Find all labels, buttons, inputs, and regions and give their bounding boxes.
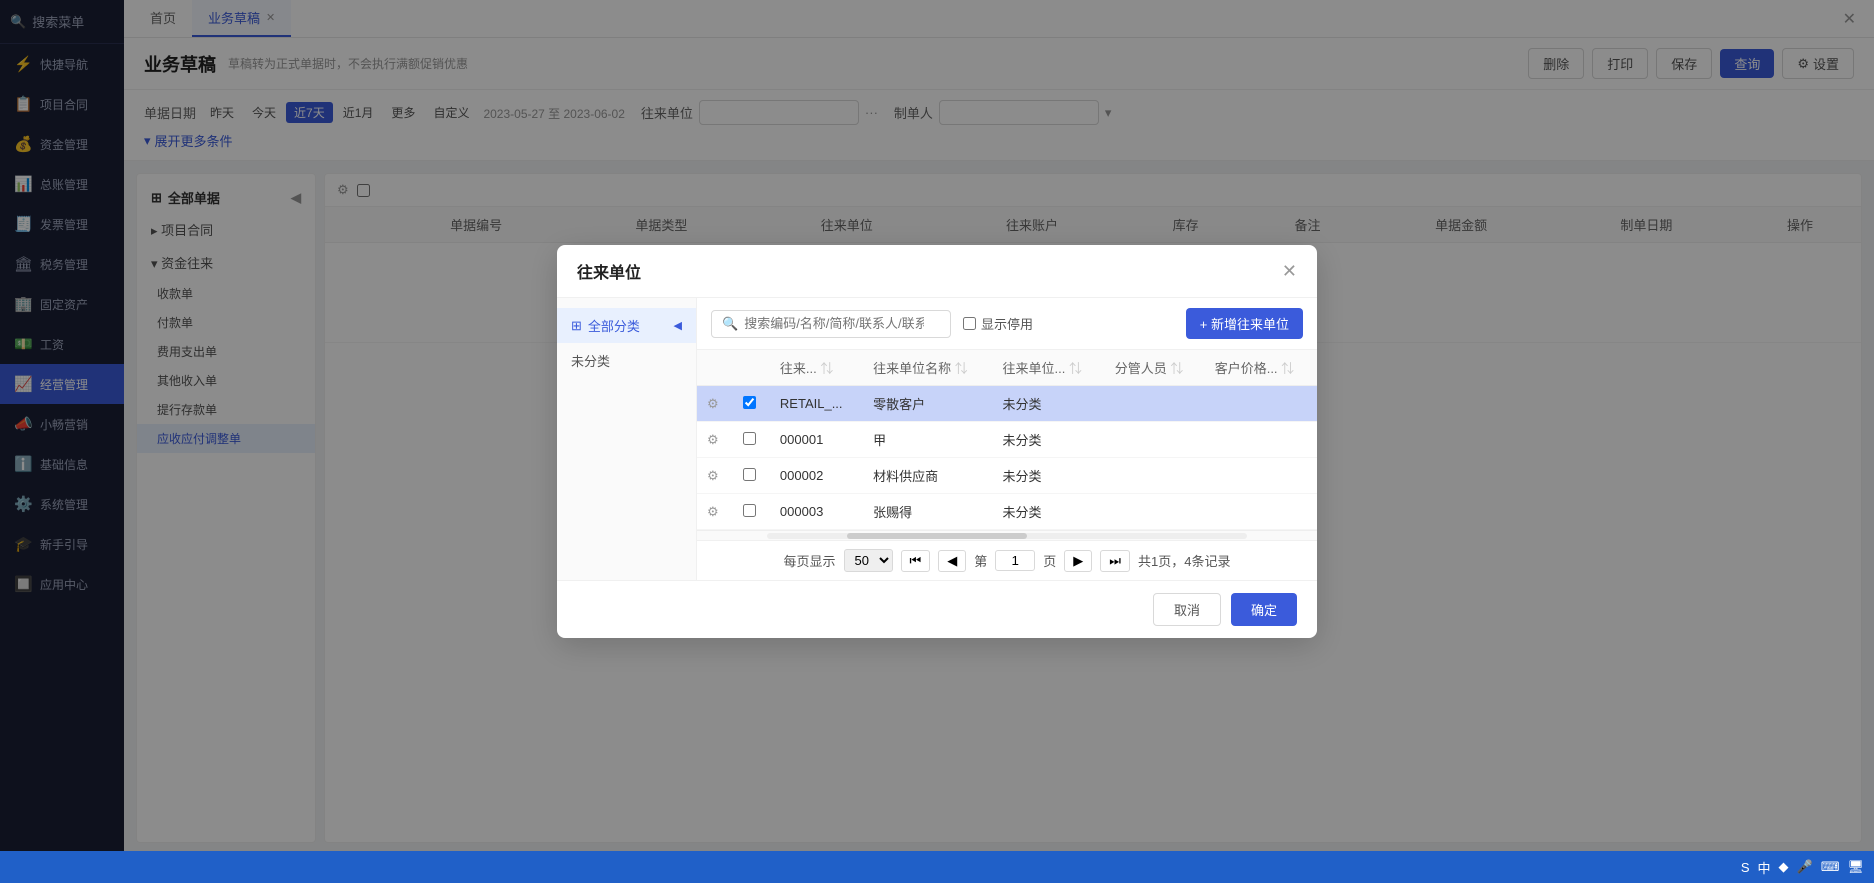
row-manager [1105,386,1205,422]
partner-dialog: 往来单位 ✕ ⊞ 全部分类 ◀ 未分类 🔍 [557,245,1317,638]
dialog-page-prev[interactable]: ◀ [938,550,966,572]
dialog-footer: 取消 确定 [557,580,1317,638]
dialog-page-next[interactable]: ▶ [1064,550,1092,572]
dialog-category-panel: ⊞ 全部分类 ◀ 未分类 [557,298,697,580]
row-checkbox[interactable] [733,494,770,530]
dialog-per-page-select[interactable]: 50 [844,549,893,572]
dialog-page-last[interactable]: ⏭ [1100,550,1130,572]
grid-icon-cat: ⊞ [571,318,582,334]
taskbar-s: S [1741,860,1750,875]
row-code: 000002 [770,458,863,494]
row-price [1205,386,1317,422]
dialog-cancel-button[interactable]: 取消 [1153,593,1221,626]
dialog-col-分管人员: 分管人员 ⇅ [1105,350,1205,386]
dialog-close-btn[interactable]: ✕ [1282,261,1297,282]
row-name: 甲 [863,422,992,458]
taskbar-lang[interactable]: 中 [1758,858,1771,877]
dialog-page-input[interactable] [995,550,1035,571]
row-price [1205,422,1317,458]
row-settings[interactable]: ⚙ [697,422,733,458]
row-code: 000003 [770,494,863,530]
row-category: 未分类 [992,458,1104,494]
row-code: 000001 [770,422,863,458]
row-checkbox[interactable] [733,386,770,422]
row-manager [1105,458,1205,494]
row-manager [1105,494,1205,530]
taskbar-monitor: 🖥 [1847,859,1864,875]
dialog-confirm-button[interactable]: 确定 [1231,593,1297,626]
row-price [1205,458,1317,494]
dialog-col- [733,350,770,386]
dialog-search-box[interactable]: 🔍 [711,310,951,338]
dialog-title: 往来单位 [577,259,641,283]
dialog-table-row[interactable]: ⚙ RETAIL_... 零散客户 未分类 [697,386,1317,422]
row-manager [1105,422,1205,458]
show-disabled-checkbox[interactable] [963,317,976,330]
dialog-search-input[interactable] [744,316,924,331]
dialog-total-text: 共1页，4条记录 [1138,551,1230,570]
dialog-cat-all[interactable]: ⊞ 全部分类 ◀ [557,308,696,343]
row-settings[interactable]: ⚙ [697,494,733,530]
dialog-col-往来单位...: 往来单位... ⇅ [992,350,1104,386]
dialog-page-label: 页 [1043,551,1056,570]
dialog-col- [697,350,733,386]
dialog-table-row[interactable]: ⚙ 000002 材料供应商 未分类 [697,458,1317,494]
dialog-col-客户价格...: 客户价格... ⇅ [1205,350,1317,386]
row-name: 材料供应商 [863,458,992,494]
row-name: 张赐得 [863,494,992,530]
row-price [1205,494,1317,530]
row-category: 未分类 [992,494,1104,530]
dialog-table-wrapper: 往来... ⇅往来单位名称 ⇅往来单位... ⇅分管人员 ⇅客户价格... ⇅ … [697,350,1317,530]
dialog-col-往来单位名称: 往来单位名称 ⇅ [863,350,992,386]
dialog-cat-uncategorized[interactable]: 未分类 [557,343,696,378]
dialog-partner-table: 往来... ⇅往来单位名称 ⇅往来单位... ⇅分管人员 ⇅客户价格... ⇅ … [697,350,1317,530]
dialog-page-first[interactable]: ⏮ [901,550,931,572]
taskbar-mic[interactable]: 🎤 [1797,859,1813,875]
collapse-cat-icon[interactable]: ◀ [674,319,682,332]
taskbar-diamond: ◆ [1779,859,1789,875]
dialog-per-page-label: 每页显示 [784,551,836,570]
dialog-body: ⊞ 全部分类 ◀ 未分类 🔍 显示停用 [557,298,1317,580]
dialog-pagination: 每页显示 50 ⏮ ◀ 第 页 ▶ ⏭ 共1页，4条记录 [697,540,1317,580]
row-settings[interactable]: ⚙ [697,458,733,494]
row-checkbox[interactable] [733,422,770,458]
dialog-overlay[interactable]: 往来单位 ✕ ⊞ 全部分类 ◀ 未分类 🔍 [0,0,1874,883]
dialog-search-row: 🔍 显示停用 + 新增往来单位 [697,298,1317,350]
dialog-right-content: 🔍 显示停用 + 新增往来单位 往来... ⇅往来单位名称 ⇅往来单位... ⇅… [697,298,1317,580]
dialog-table-row[interactable]: ⚙ 000003 张赐得 未分类 [697,494,1317,530]
row-category: 未分类 [992,386,1104,422]
dialog-col-往来...: 往来... ⇅ [770,350,863,386]
row-category: 未分类 [992,422,1104,458]
taskbar-keyboard[interactable]: ⌨ [1821,859,1840,875]
add-partner-button[interactable]: + 新增往来单位 [1186,308,1303,339]
row-checkbox[interactable] [733,458,770,494]
taskbar: S 中 ◆ 🎤 ⌨ 🖥 [0,851,1874,883]
dialog-search-icon: 🔍 [722,316,738,332]
dialog-table-row[interactable]: ⚙ 000001 甲 未分类 [697,422,1317,458]
row-code: RETAIL_... [770,386,863,422]
show-disabled-label[interactable]: 显示停用 [963,314,1033,333]
row-settings[interactable]: ⚙ [697,386,733,422]
row-name: 零散客户 [863,386,992,422]
dialog-header: 往来单位 ✕ [557,245,1317,298]
